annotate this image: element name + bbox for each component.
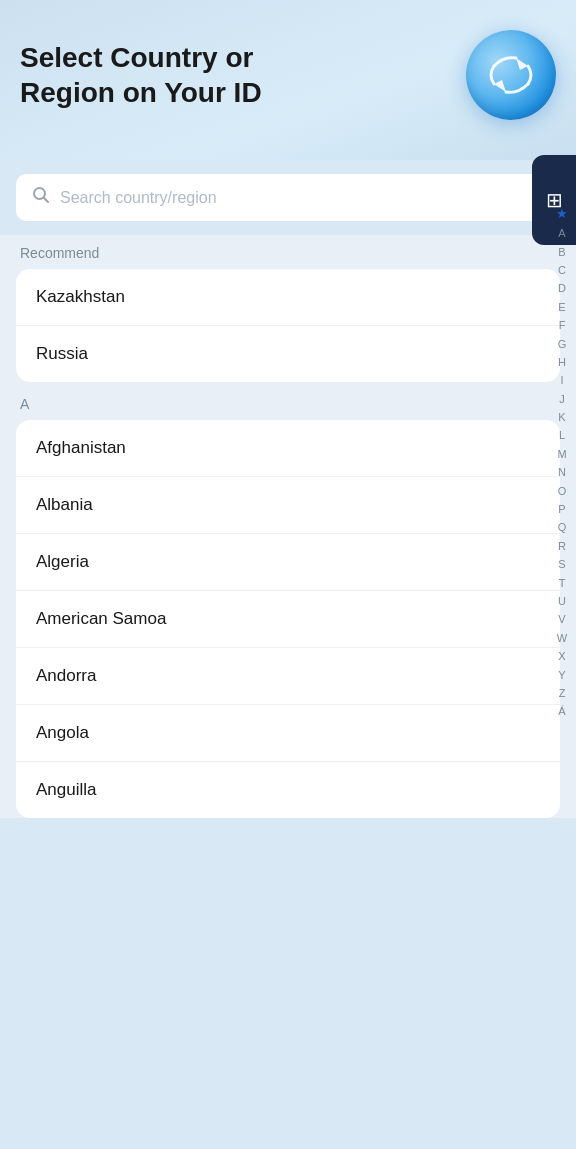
recommended-list: Kazakhstan Russia (16, 269, 560, 382)
alpha-index-m[interactable]: M (553, 446, 570, 463)
alpha-index-star[interactable]: ★ (552, 204, 572, 224)
search-icon (32, 186, 50, 209)
alpha-index-d[interactable]: D (554, 280, 570, 297)
list-item[interactable]: Albania (16, 477, 560, 534)
alpha-index-f[interactable]: F (555, 317, 570, 334)
list-item[interactable]: American Samoa (16, 591, 560, 648)
alpha-index-a-accent[interactable]: Á (554, 703, 569, 720)
globe-icon (466, 30, 556, 120)
alpha-index-w[interactable]: W (553, 630, 571, 647)
alpha-index-t[interactable]: T (555, 575, 570, 592)
alpha-section-label: A (0, 386, 576, 420)
search-input[interactable] (60, 189, 544, 207)
alpha-index-h[interactable]: H (554, 354, 570, 371)
alpha-index-x[interactable]: X (554, 648, 569, 665)
alpha-index-o[interactable]: O (554, 483, 571, 500)
list-item[interactable]: Angola (16, 705, 560, 762)
search-bar (16, 174, 560, 221)
alpha-index-c[interactable]: C (554, 262, 570, 279)
search-container (0, 160, 576, 235)
alpha-index-a[interactable]: A (554, 225, 569, 242)
list-item[interactable]: Kazakhstan (16, 269, 560, 326)
alpha-index-p[interactable]: P (554, 501, 569, 518)
alpha-index-q[interactable]: Q (554, 519, 571, 536)
alpha-index-u[interactable]: U (554, 593, 570, 610)
alpha-index-i[interactable]: I (556, 372, 567, 389)
alpha-index-g[interactable]: G (554, 336, 571, 353)
alpha-index-y[interactable]: Y (554, 667, 569, 684)
globe-arrows-svg (484, 48, 538, 102)
alpha-index-s[interactable]: S (554, 556, 569, 573)
page-title: Select Country or Region on Your ID (20, 40, 340, 110)
alpha-index-b[interactable]: B (554, 244, 569, 261)
alpha-index-e[interactable]: E (554, 299, 569, 316)
alpha-index-r[interactable]: R (554, 538, 570, 555)
alpha-index-j[interactable]: J (555, 391, 569, 408)
list-item[interactable]: Anguilla (16, 762, 560, 818)
main-content: Recommend Kazakhstan Russia A Afghanista… (0, 235, 576, 818)
list-item[interactable]: Andorra (16, 648, 560, 705)
alpha-index-k[interactable]: K (554, 409, 569, 426)
list-item[interactable]: Afghanistan (16, 420, 560, 477)
alpha-index-z[interactable]: Z (555, 685, 570, 702)
list-item[interactable]: Russia (16, 326, 560, 382)
recommend-section-label: Recommend (0, 235, 576, 269)
alpha-index-v[interactable]: V (554, 611, 569, 628)
list-item[interactable]: Algeria (16, 534, 560, 591)
alphabet-index: ★ A B C D E F G H I J K L M N O P Q R S … (548, 200, 576, 725)
header: Select Country or Region on Your ID (0, 0, 576, 160)
alpha-index-n[interactable]: N (554, 464, 570, 481)
alpha-a-list: Afghanistan Albania Algeria American Sam… (16, 420, 560, 818)
alpha-index-l[interactable]: L (555, 427, 569, 444)
